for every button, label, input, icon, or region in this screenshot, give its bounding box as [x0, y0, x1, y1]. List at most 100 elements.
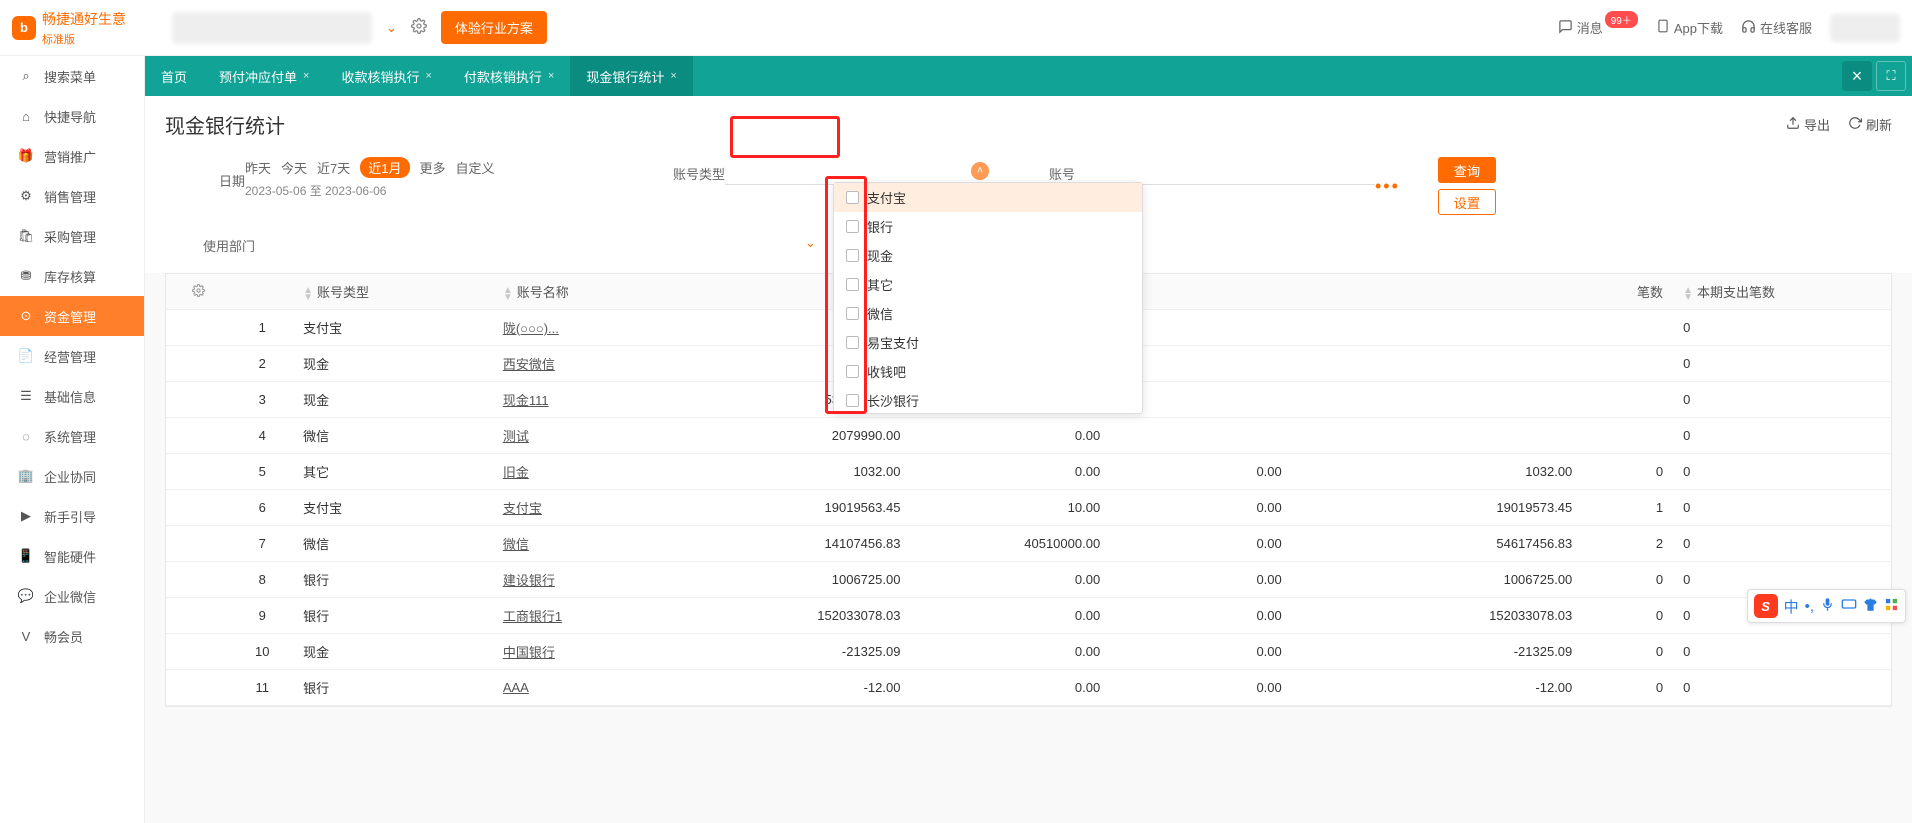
tab-close-icon[interactable]: ×: [425, 70, 431, 82]
more-filters-button[interactable]: •••: [1375, 176, 1400, 197]
sidebar-item-icon: V: [18, 628, 34, 644]
tab[interactable]: 付款核销执行×: [448, 56, 570, 96]
trial-plan-button[interactable]: 体验行业方案: [441, 11, 547, 44]
row-prev-balance: -21325.09: [711, 634, 911, 670]
sort-icon: ▲▼: [303, 287, 313, 301]
sidebar-item[interactable]: 🏢企业协同: [0, 456, 144, 496]
ime-keyboard-icon[interactable]: [1841, 596, 1857, 616]
row-account-type: 银行: [293, 562, 493, 598]
dropdown-item[interactable]: 收钱吧: [834, 357, 1142, 386]
dropdown-checkbox[interactable]: [846, 249, 859, 262]
support-link[interactable]: 在线客服: [1741, 18, 1812, 37]
ime-logo-icon[interactable]: S: [1754, 594, 1778, 618]
row-account-name-link[interactable]: 微信: [503, 537, 529, 552]
date-option[interactable]: 昨天: [245, 158, 271, 177]
col-header-hidden-2[interactable]: [1292, 274, 1583, 310]
org-selector[interactable]: [172, 12, 372, 44]
refresh-button[interactable]: 刷新: [1848, 115, 1892, 134]
row-account-name-link[interactable]: 旧金: [503, 465, 529, 480]
row-account-type: 银行: [293, 598, 493, 634]
sidebar-item[interactable]: V畅会员: [0, 616, 144, 656]
sidebar-item[interactable]: ⌕搜索菜单: [0, 56, 144, 96]
tab-close-icon[interactable]: ×: [548, 70, 554, 82]
row-account-name-link[interactable]: 建设银行: [503, 573, 555, 588]
sidebar-item-label: 企业微信: [44, 587, 96, 606]
row-account-name-link[interactable]: AAA: [503, 680, 529, 695]
row-account-name-link[interactable]: 现金111: [503, 393, 549, 408]
sidebar-item[interactable]: ▶新手引导: [0, 496, 144, 536]
tab[interactable]: 首页: [145, 56, 203, 96]
dropdown-checkbox[interactable]: [846, 365, 859, 378]
sidebar-item[interactable]: 📄经营管理: [0, 336, 144, 376]
tab[interactable]: 现金银行统计×: [570, 56, 692, 96]
tab-close-icon[interactable]: ×: [670, 70, 676, 82]
col-header-expense-count[interactable]: ▲▼本期支出笔数: [1673, 274, 1891, 310]
sidebar-item[interactable]: 📱智能硬件: [0, 536, 144, 576]
dropdown-checkbox[interactable]: [846, 307, 859, 320]
row-count-1: 0: [1582, 454, 1673, 490]
col-header-account-name[interactable]: ▲▼账号名称: [493, 274, 711, 310]
filter-settings-button[interactable]: 设置: [1438, 189, 1496, 215]
org-caret-icon[interactable]: ⌄: [386, 20, 397, 36]
sidebar-item[interactable]: ⚙销售管理: [0, 176, 144, 216]
tab[interactable]: 收款核销执行 ×: [325, 56, 447, 96]
row-account-name-link[interactable]: 西安微信: [503, 357, 555, 372]
sidebar-item[interactable]: ⌂快捷导航: [0, 96, 144, 136]
sidebar-item-label: 营销推广: [44, 147, 96, 166]
user-area[interactable]: [1830, 14, 1900, 42]
department-expand-icon[interactable]: ⌄: [805, 235, 816, 251]
row-account-name-link[interactable]: 中国银行: [503, 645, 555, 660]
date-option[interactable]: 自定义: [456, 158, 495, 177]
date-option[interactable]: 今天: [281, 158, 307, 177]
ime-punct-icon[interactable]: •,: [1805, 598, 1814, 615]
account-input[interactable]: [1075, 157, 1375, 185]
tab-close-icon[interactable]: ×: [303, 70, 309, 82]
row-col-5: 0.00: [1110, 454, 1292, 490]
app-download-link[interactable]: App下载: [1656, 18, 1723, 37]
dropdown-checkbox[interactable]: [846, 278, 859, 291]
row-account-name-link[interactable]: 支付宝: [503, 501, 542, 516]
dropdown-checkbox[interactable]: [846, 394, 859, 407]
row-account-name-link[interactable]: 陇(○○○)...: [503, 321, 559, 336]
account-type-input[interactable]: [725, 157, 965, 185]
sidebar-item[interactable]: 💬企业微信: [0, 576, 144, 616]
dropdown-item[interactable]: 长沙银行: [834, 386, 1142, 413]
tab[interactable]: 预付冲应付单×: [203, 56, 325, 96]
sidebar-item[interactable]: ◌系统管理: [0, 416, 144, 456]
table-settings-header[interactable]: [166, 274, 231, 310]
sidebar-item[interactable]: ⊙资金管理: [0, 296, 144, 336]
dropdown-item[interactable]: 支付宝: [834, 183, 1142, 212]
dropdown-item[interactable]: 微信: [834, 299, 1142, 328]
dropdown-checkbox[interactable]: [846, 220, 859, 233]
dropdown-item[interactable]: 银行: [834, 212, 1142, 241]
dropdown-item[interactable]: 现金: [834, 241, 1142, 270]
sidebar-item[interactable]: ☰基础信息: [0, 376, 144, 416]
account-type-expand-icon[interactable]: ˄: [971, 162, 989, 180]
tabs-close-button[interactable]: ×: [1842, 61, 1872, 91]
sidebar-item[interactable]: ⛃库存核算: [0, 256, 144, 296]
date-option[interactable]: 近1月: [360, 157, 409, 178]
col-header-account-type[interactable]: ▲▼账号类型: [293, 274, 493, 310]
dropdown-item[interactable]: 其它: [834, 270, 1142, 299]
sidebar-item[interactable]: 🎁营销推广: [0, 136, 144, 176]
dropdown-checkbox[interactable]: [846, 191, 859, 204]
sidebar-item[interactable]: 🛍采购管理: [0, 216, 144, 256]
messages-link[interactable]: 消息 99＋: [1558, 18, 1638, 37]
tab-label: 收款核销执行: [341, 67, 419, 86]
ime-mic-icon[interactable]: [1820, 597, 1835, 616]
row-account-name-link[interactable]: 工商银行1: [503, 609, 562, 624]
settings-gear-icon[interactable]: [411, 18, 427, 37]
ime-lang[interactable]: 中: [1784, 596, 1799, 617]
date-option[interactable]: 近7天: [317, 158, 350, 177]
dropdown-checkbox[interactable]: [846, 336, 859, 349]
row-account-name-link[interactable]: 测试: [503, 429, 529, 444]
query-button[interactable]: 查询: [1438, 157, 1496, 183]
col-header-count[interactable]: 笔数: [1582, 274, 1673, 310]
dropdown-item[interactable]: 易宝支付: [834, 328, 1142, 357]
brand-edition: 标准版: [42, 31, 126, 47]
ime-skin-icon[interactable]: [1863, 597, 1878, 616]
export-button[interactable]: 导出: [1786, 115, 1830, 134]
tabs-expand-button[interactable]: ⛶: [1876, 61, 1906, 91]
ime-grid-icon[interactable]: [1884, 597, 1899, 616]
date-option[interactable]: 更多: [420, 158, 446, 177]
